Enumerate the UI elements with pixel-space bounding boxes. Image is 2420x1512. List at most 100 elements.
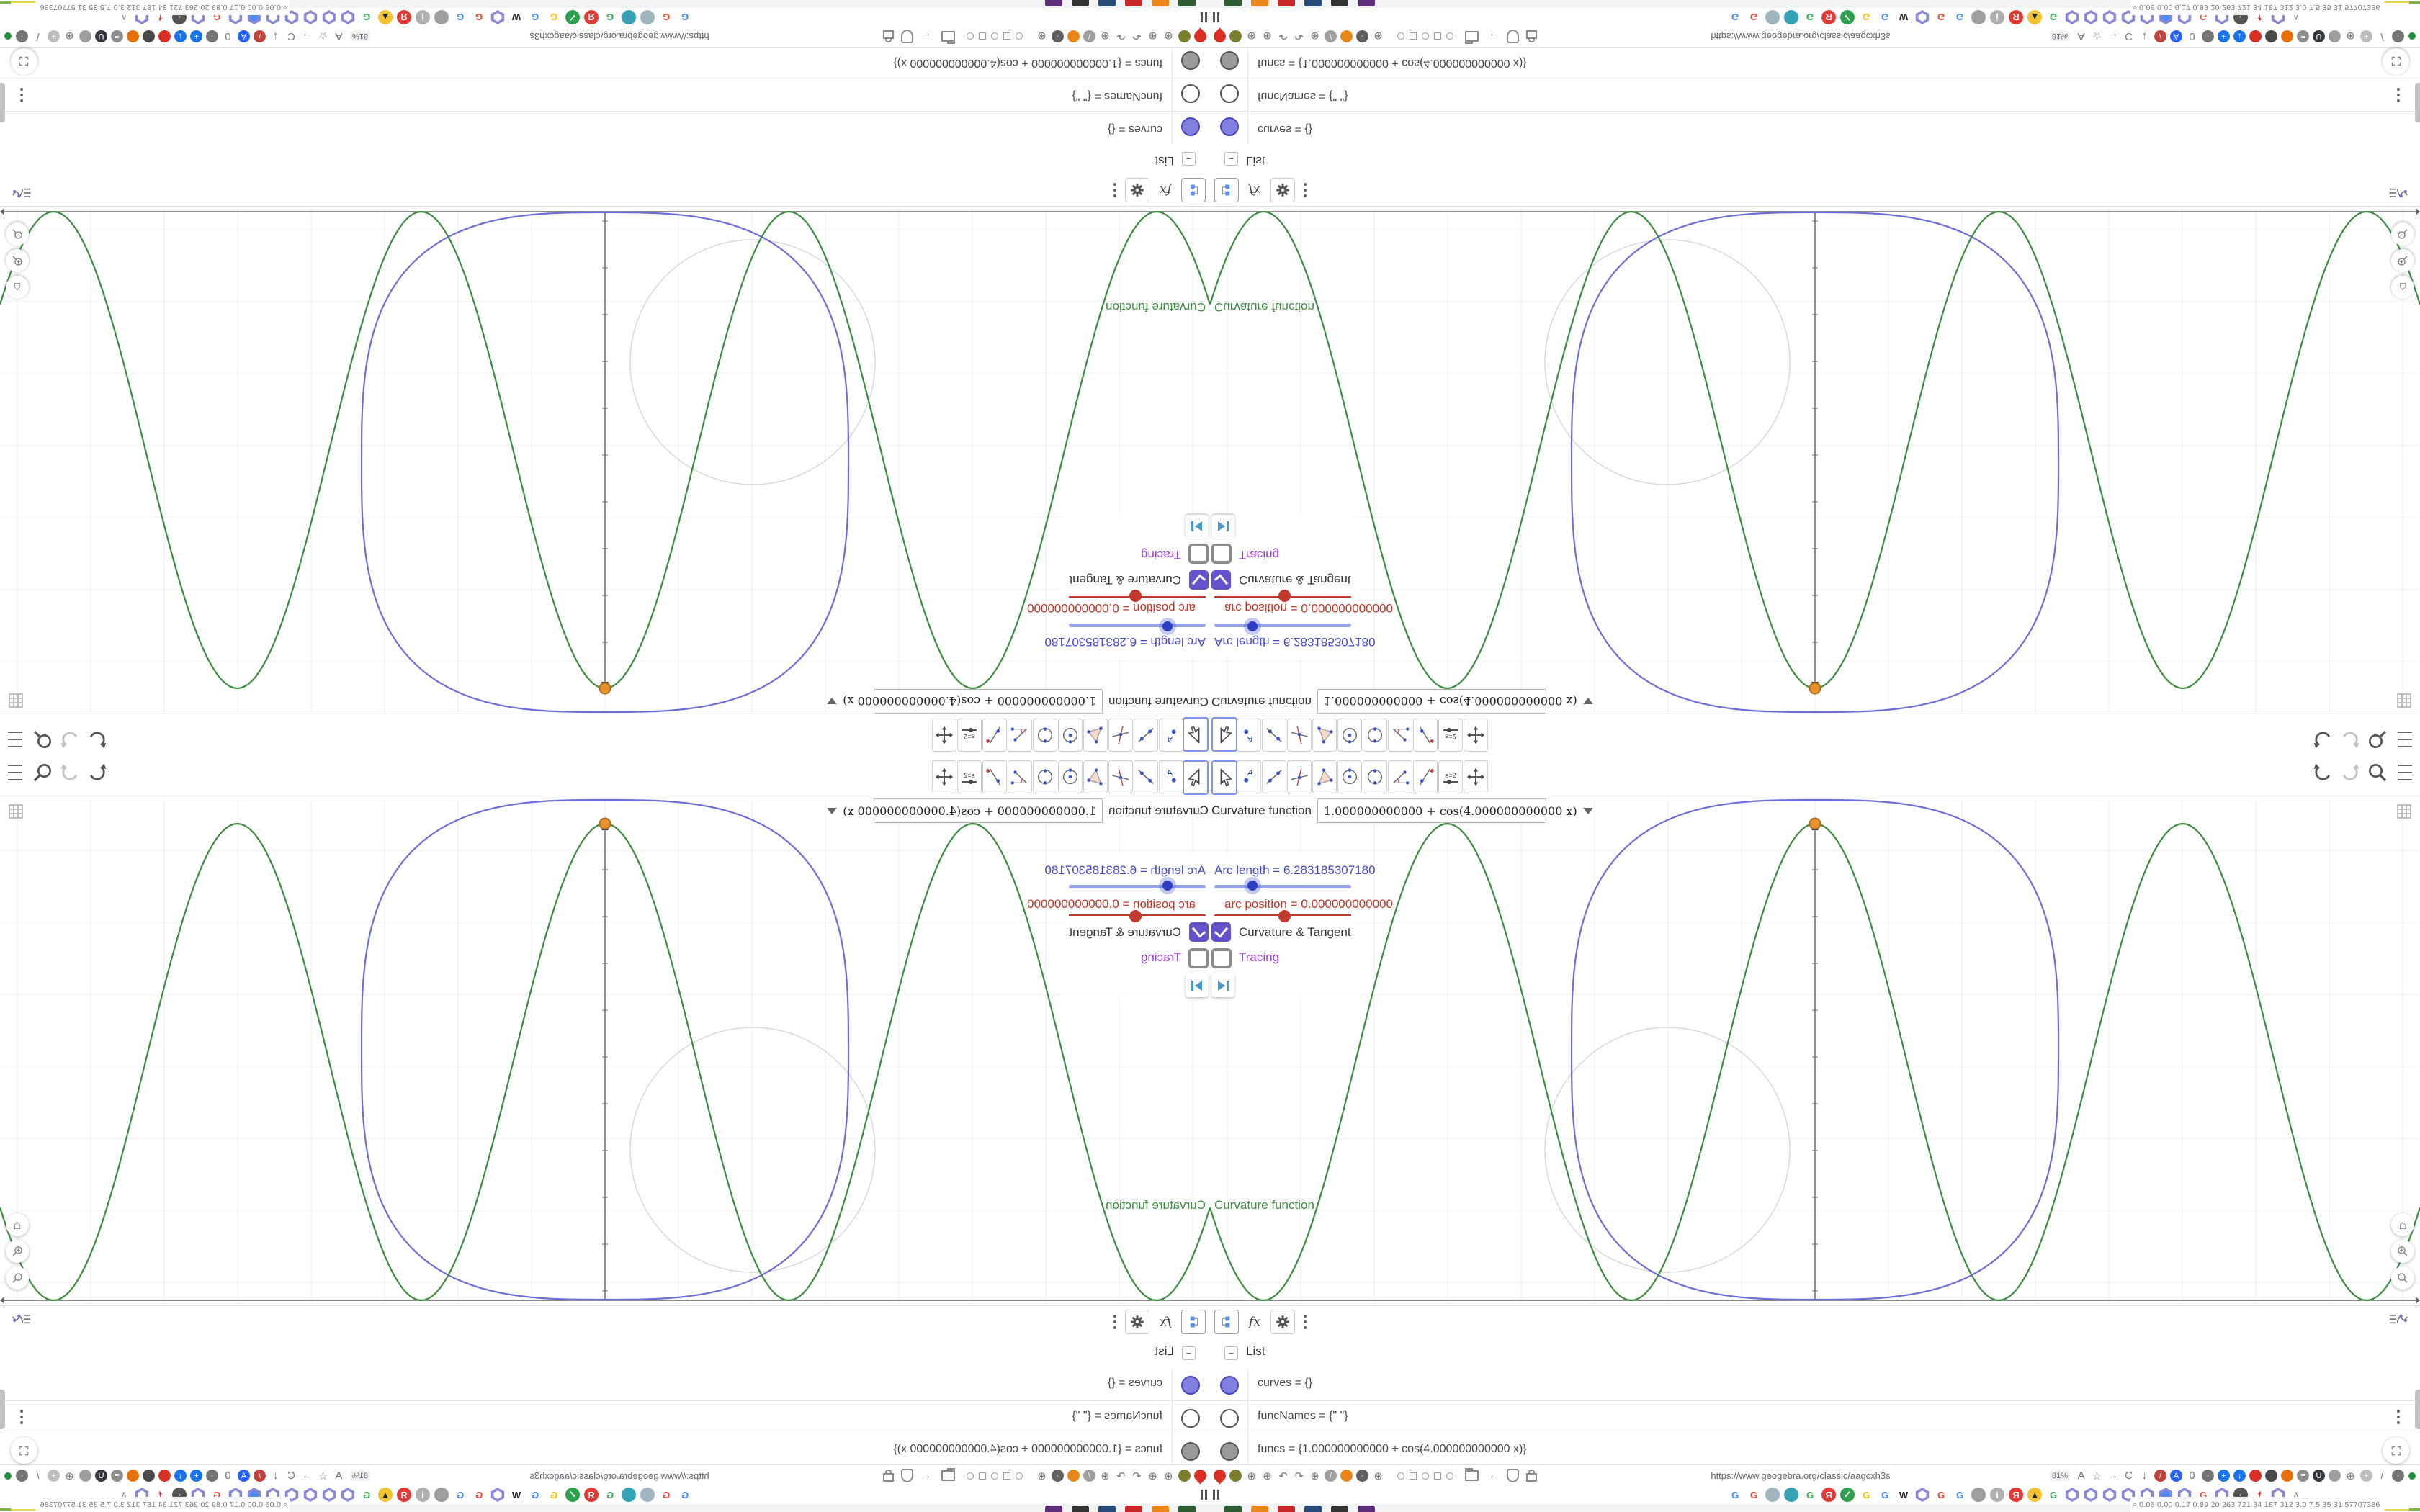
algebra-row-funcnames[interactable]: funcNames = {" "} (0, 1401, 1210, 1434)
tab-google[interactable]: G (359, 10, 374, 24)
download-icon[interactable]: ↓ (2138, 1470, 2151, 1482)
tab-google[interactable]: G (659, 1488, 673, 1502)
clipboard-ext-icon[interactable]: ≡ (2297, 30, 2309, 42)
tab-google[interactable]: G (1878, 10, 1892, 24)
maps-pin-icon[interactable] (1191, 1467, 1209, 1485)
algebra-graph-toggle[interactable] (10, 1310, 32, 1333)
app-monitor[interactable] (1304, 1506, 1322, 1512)
scrollbar-thumb[interactable] (2415, 83, 2420, 122)
zoom-search-button[interactable] (2367, 729, 2388, 750)
app-save[interactable] (1072, 1506, 1089, 1512)
tool-reflect[interactable] (982, 760, 1007, 793)
app-firefox[interactable] (1251, 0, 1268, 6)
record-ext-icon[interactable] (158, 1470, 171, 1482)
algebra-graph-toggle[interactable] (10, 179, 32, 202)
arc-length-slider[interactable] (1214, 885, 1351, 888)
clipboard-ext-icon[interactable]: ≡ (111, 1470, 123, 1482)
tool-slider[interactable]: a=2 (957, 719, 982, 752)
bookmark-star-icon[interactable]: ☆ (2091, 1470, 2103, 1482)
tab-yandex[interactable]: Я (397, 1488, 411, 1502)
tools-ext-icon[interactable]: / (2376, 1470, 2388, 1482)
translate-ext-icon[interactable]: A (238, 1470, 250, 1482)
maps-pin-icon[interactable] (1191, 27, 1209, 45)
tab-google[interactable]: G (2046, 1488, 2061, 1502)
tracing-checkbox[interactable] (1211, 544, 1232, 564)
tool-point[interactable]: A (1159, 719, 1183, 752)
tab-google[interactable]: G (678, 10, 692, 24)
tool-move[interactable] (1211, 760, 1237, 795)
zoom-out-button[interactable] (2391, 222, 2414, 246)
tab-google[interactable]: G (453, 1488, 467, 1502)
tool-point[interactable]: A (1237, 719, 1261, 752)
zoom-in-button[interactable] (6, 249, 29, 272)
tool-circle-two-points[interactable] (1363, 719, 1387, 752)
tab-google[interactable]: G (603, 10, 617, 24)
tab-yandex[interactable]: Я (397, 10, 411, 24)
tool-line[interactable] (1262, 719, 1286, 752)
globe-ext-icon[interactable]: ⊕ (63, 30, 76, 42)
globe-icon[interactable]: ⊕ (1162, 1470, 1175, 1482)
algebra-row-curves[interactable]: curves = {} (1210, 1368, 2420, 1401)
view-settings-button[interactable] (2396, 692, 2413, 709)
tab-geogebra[interactable] (1915, 1488, 1930, 1502)
app-firefox[interactable] (1152, 1506, 1169, 1512)
tab-yandex[interactable]: Я (2009, 1488, 2023, 1502)
app-terminal[interactable] (1178, 1506, 1196, 1512)
arc-position-slider-knob[interactable] (1129, 910, 1142, 922)
gear2-ext-icon[interactable]: · (2392, 30, 2404, 42)
counter-ext-icon[interactable]: 0 (222, 1470, 234, 1482)
algebra-settings-button[interactable] (1270, 178, 1295, 202)
tab-google[interactable]: G (1953, 10, 1967, 24)
shield-icon[interactable] (901, 30, 913, 43)
algebra-row-funcs[interactable]: funcs = {1.000000000000 + cos(4.00000000… (1210, 48, 2420, 78)
gear-icon[interactable]: · (1356, 1470, 1368, 1482)
url-text[interactable]: https://www.geogebra.org/classic/aagcxh3… (1711, 31, 1890, 42)
algebra-row-funcnames[interactable]: funcNames = {" "} (1210, 78, 2420, 111)
reader-mode-icon[interactable]: A (333, 1470, 345, 1482)
app-settings[interactable] (1125, 1506, 1142, 1512)
zoom-search-button[interactable] (32, 762, 53, 783)
visibility-marble-icon[interactable] (1220, 84, 1239, 103)
tab-sphere[interactable] (1784, 1488, 1798, 1502)
app-save[interactable] (1072, 0, 1089, 6)
shield-ext-icon[interactable] (2329, 30, 2341, 42)
zoom-level-badge[interactable]: 81% (2049, 31, 2070, 42)
app-terminal[interactable] (1178, 0, 1196, 6)
algebra-row-funcs[interactable]: funcs = {1.000000000000 + cos(4.00000000… (0, 1434, 1210, 1464)
thumb-ext-icon[interactable]: + (48, 30, 60, 42)
tab-sphere[interactable] (622, 1488, 636, 1502)
forward-icon[interactable]: → (2107, 1470, 2119, 1482)
globe-icon[interactable]: ⊕ (1147, 1470, 1159, 1482)
step-animation-button[interactable] (1211, 515, 1234, 539)
zoom-search-button[interactable] (32, 729, 53, 750)
save-ext-icon[interactable]: ↓ (2233, 30, 2246, 42)
redo-button[interactable] (59, 729, 81, 750)
undo-button[interactable] (86, 762, 108, 783)
app-save[interactable] (1331, 1506, 1348, 1512)
tab-check[interactable]: ✓ (1840, 1488, 1855, 1502)
tab-sphere[interactable] (1784, 10, 1798, 24)
trash-ext-icon[interactable] (2265, 30, 2277, 42)
visibility-marble-icon[interactable] (1220, 117, 1239, 136)
algebra-row-curves[interactable]: curves = {} (1210, 111, 2420, 144)
step-animation-button[interactable] (1186, 515, 1209, 539)
redo-ext-icon[interactable]: ↷ (1293, 30, 1305, 42)
app-firefox[interactable] (1152, 0, 1169, 6)
curvature-function-dropdown[interactable]: 1.000000000000 + cos(4.000000000000 x) (1317, 798, 1593, 823)
tool-reflect[interactable] (1413, 760, 1438, 793)
counter-ext-icon[interactable]: 0 (2186, 1470, 2198, 1482)
tool-polygon[interactable] (1083, 760, 1108, 793)
step-animation-button[interactable] (1186, 973, 1209, 997)
globe-icon[interactable]: ⊕ (1099, 1470, 1111, 1482)
tool-perpendicular-line[interactable] (1287, 760, 1312, 793)
tool-point[interactable]: A (1237, 760, 1261, 793)
row-options-icon[interactable] (2397, 86, 2400, 104)
add-ext-icon[interactable]: + (190, 30, 202, 42)
fx-format-button[interactable]: fx (1243, 1310, 1266, 1333)
bookmark-star-icon[interactable]: ☆ (2091, 30, 2103, 42)
tab-sphere[interactable] (1971, 1488, 1986, 1502)
globe-ext-icon[interactable]: ⊕ (2344, 30, 2357, 42)
tab-google[interactable]: G (1728, 10, 1742, 24)
tool-circle-center[interactable] (1058, 719, 1083, 752)
home-view-button[interactable]: ⌂ (2391, 1213, 2414, 1236)
